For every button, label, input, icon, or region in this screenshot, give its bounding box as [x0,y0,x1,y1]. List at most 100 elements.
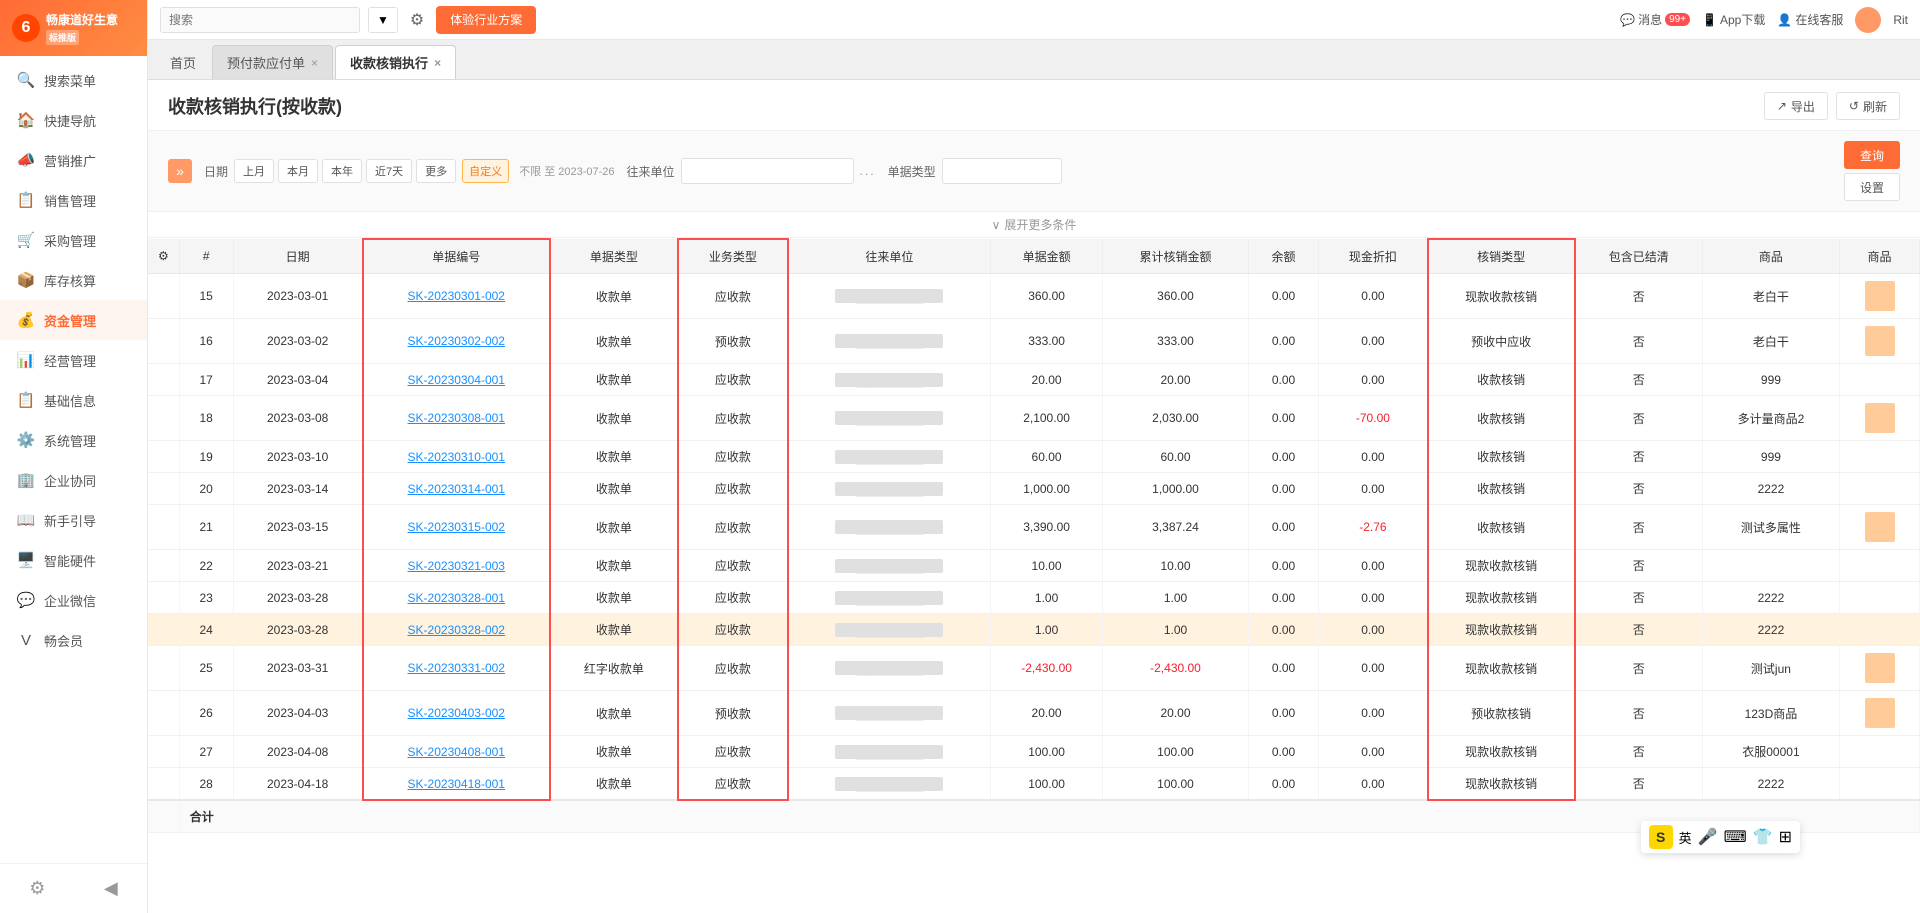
col-product-img [1840,441,1920,473]
refresh-btn[interactable]: ↺ 刷新 [1836,92,1900,120]
date-btn-更多[interactable]: 更多 [416,159,456,183]
sidebar-item-member[interactable]: V畅会员 [0,620,147,660]
col-voucher-no[interactable]: SK-20230321-003 [363,550,550,582]
counterparty-input[interactable] [681,158,854,184]
col-voucher-no[interactable]: SK-20230408-001 [363,736,550,768]
col-voucher-no[interactable]: SK-20230331-002 [363,646,550,691]
table-row[interactable]: 25 2023-03-31 SK-20230331-002 红字收款单 应收款 … [148,646,1920,691]
table-row[interactable]: 16 2023-03-02 SK-20230302-002 收款单 预收款 ██… [148,319,1920,364]
online-service-btn[interactable]: 👤 在线客服 [1777,11,1843,28]
sidebar-label-marketing: 营销推广 [44,151,96,170]
sidebar-item-enterprise[interactable]: 🏢企业协同 [0,460,147,500]
tab-prepayment[interactable]: 预付款应付单× [212,45,333,79]
col-include-settled: 否 [1575,691,1703,736]
col-biz-type: 应收款 [678,441,788,473]
col-biz-type: 应收款 [678,550,788,582]
filter-settings-btn[interactable]: 设置 [1844,173,1900,201]
table-row[interactable]: 26 2023-04-03 SK-20230403-002 收款单 预收款 ██… [148,691,1920,736]
logo-icon: 6 [12,14,40,42]
sidebar-item-system[interactable]: ⚙️系统管理 [0,420,147,460]
col-voucher-no[interactable]: SK-20230315-002 [363,505,550,550]
sidebar-item-operation[interactable]: 📊经营管理 [0,340,147,380]
sidebar-item-search[interactable]: 🔍搜索菜单 [0,60,147,100]
gear-icon[interactable]: ⚙ [406,6,428,34]
sidebar-item-guide[interactable]: 📖新手引导 [0,500,147,540]
tab-close-payment-execute[interactable]: × [434,56,441,70]
date-preset-btns: 上月本月本年近7天更多 [234,159,456,183]
product-thumb [1865,653,1895,683]
app-label: App下载 [1720,11,1765,28]
date-btn-上月[interactable]: 上月 [234,159,274,183]
voucher-type-select[interactable] [942,158,1062,184]
sidebar-item-wechat[interactable]: 💬企业微信 [0,580,147,620]
col-voucher-type: 收款单 [550,473,678,505]
expand-more-btn[interactable]: ∨ 展开更多条件 [992,216,1077,233]
collapse-sidebar-btn[interactable]: ◀ [98,872,124,905]
app-download-btn[interactable]: 📱 App下载 [1702,11,1765,28]
date-btn-近7天[interactable]: 近7天 [366,159,412,183]
sidebar-item-purchase[interactable]: 🛒采购管理 [0,220,147,260]
table-row[interactable]: 27 2023-04-08 SK-20230408-001 收款单 应收款 ██… [148,736,1920,768]
sidebar-item-sales[interactable]: 📋销售管理 [0,180,147,220]
voucher-type-filter: 单据类型 [888,158,1062,184]
col-cumulative: 1,000.00 [1103,473,1249,505]
table-row[interactable]: 18 2023-03-08 SK-20230308-001 收款单 应收款 ██… [148,396,1920,441]
table-row[interactable]: 15 2023-03-01 SK-20230301-002 收款单 应收款 ██… [148,274,1920,319]
sidebar-item-marketing[interactable]: 📣营销推广 [0,140,147,180]
col-voucher-no[interactable]: SK-20230328-002 [363,614,550,646]
table-row[interactable]: 22 2023-03-21 SK-20230321-003 收款单 应收款 ██… [148,550,1920,582]
table-row[interactable]: 17 2023-03-04 SK-20230304-001 收款单 应收款 ██… [148,364,1920,396]
search-input[interactable] [160,7,360,33]
tab-payment-execute[interactable]: 收款核销执行× [335,45,456,79]
tab-label-home: 首页 [170,53,196,72]
table-row[interactable]: 28 2023-04-18 SK-20230418-001 收款单 应收款 ██… [148,768,1920,801]
table-row[interactable]: 23 2023-03-28 SK-20230328-001 收款单 应收款 ██… [148,582,1920,614]
col-voucher-no[interactable]: SK-20230308-001 [363,396,550,441]
col-voucher-no[interactable]: SK-20230304-001 [363,364,550,396]
col-date: 2023-04-18 [233,768,363,801]
col-date: 2023-03-08 [233,396,363,441]
export-btn[interactable]: ↗ 导出 [1764,92,1828,120]
sidebar-item-basic[interactable]: 📋基础信息 [0,380,147,420]
solution-btn[interactable]: 体验行业方案 [436,6,536,34]
col-voucher-no[interactable]: SK-20230302-002 [363,319,550,364]
col-voucher-no[interactable]: SK-20230328-001 [363,582,550,614]
col-cumulative: 360.00 [1103,274,1249,319]
th-amount: 单据金额 [990,239,1102,274]
tab-close-prepayment[interactable]: × [311,56,318,70]
table-row[interactable]: 21 2023-03-15 SK-20230315-002 收款单 应收款 ██… [148,505,1920,550]
table-row[interactable]: 24 2023-03-28 SK-20230328-002 收款单 应收款 ██… [148,614,1920,646]
col-voucher-no[interactable]: SK-20230314-001 [363,473,550,505]
col-voucher-no[interactable]: SK-20230418-001 [363,768,550,801]
sidebar-item-finance[interactable]: 💰资金管理 [0,300,147,340]
sidebar-item-inventory[interactable]: 📦库存核算 [0,260,147,300]
col-include-settled: 否 [1575,441,1703,473]
col-voucher-no[interactable]: SK-20230403-002 [363,691,550,736]
settings-footer-icon[interactable]: ⚙ [23,872,51,905]
col-write-off-type: 现款收款核销 [1428,768,1575,801]
date-btn-本年[interactable]: 本年 [322,159,362,183]
brand-extra: ⊞ [1779,827,1792,847]
table-row[interactable]: 20 2023-03-14 SK-20230314-001 收款单 应收款 ██… [148,473,1920,505]
table-row[interactable]: 19 2023-03-10 SK-20230310-001 收款单 应收款 ██… [148,441,1920,473]
notification-btn[interactable]: 💬 消息 99+ [1620,11,1690,28]
col-voucher-no[interactable]: SK-20230301-002 [363,274,550,319]
sidebar-item-shortcut[interactable]: 🏠快捷导航 [0,100,147,140]
tab-home[interactable]: 首页 [156,45,210,79]
brand-text: 英 [1679,828,1692,847]
col-product-img [1840,768,1920,801]
th-product: 商品 [1702,239,1839,274]
col-include-settled: 否 [1575,646,1703,691]
filter-expand-btn[interactable]: » [168,159,192,183]
date-btn-本月[interactable]: 本月 [278,159,318,183]
query-btn[interactable]: 查询 [1844,141,1900,169]
table-container[interactable]: ⚙ # 日期 单据编号 单据类型 业务类型 往来单位 单据金额 累计核销金额 余… [148,238,1920,913]
dropdown-btn[interactable]: ▼ [368,7,398,33]
col-settings [148,582,179,614]
user-avatar[interactable] [1855,7,1881,33]
sidebar-item-hardware[interactable]: 🖥️智能硬件 [0,540,147,580]
col-amount: 1.00 [990,582,1102,614]
custom-date-btn[interactable]: 自定义 [462,159,509,183]
col-voucher-no[interactable]: SK-20230310-001 [363,441,550,473]
th-settings[interactable]: ⚙ [148,239,179,274]
